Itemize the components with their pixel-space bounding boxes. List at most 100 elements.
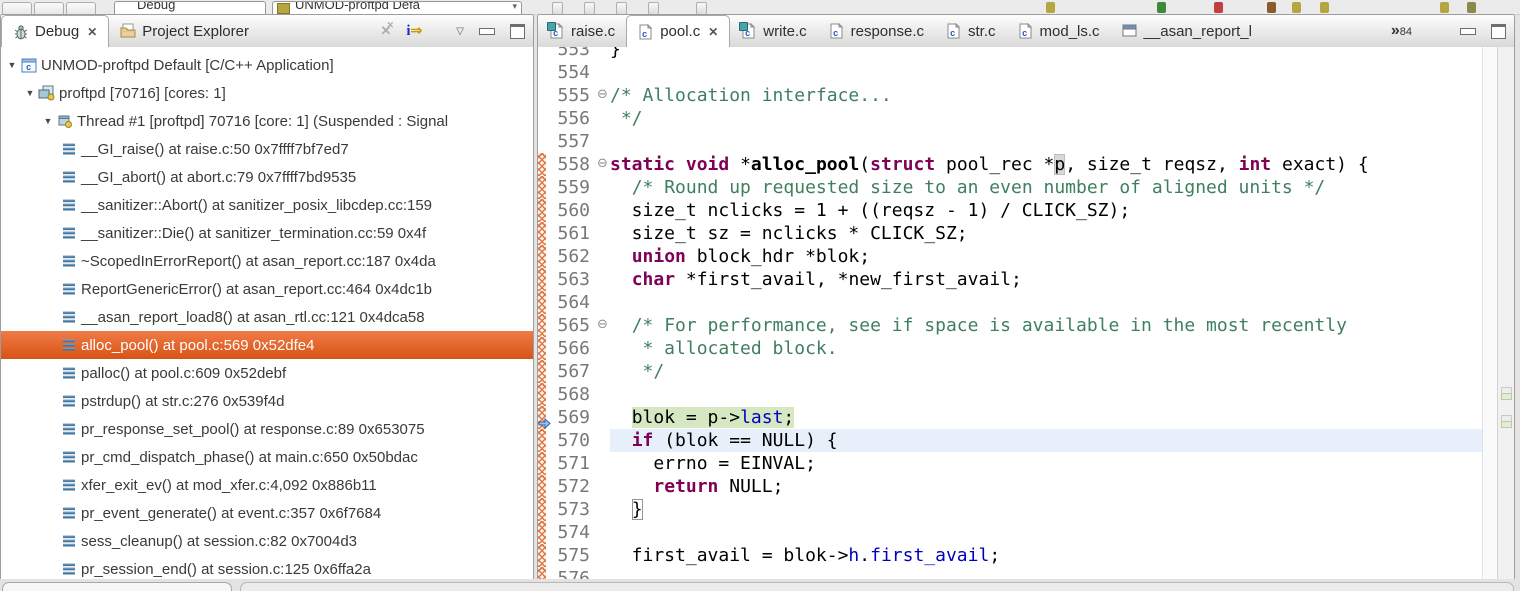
- code-line[interactable]: 558 ⊖ static void *alloc_pool(struct pool_…: [538, 153, 1483, 176]
- overview-marker[interactable]: [1501, 421, 1512, 428]
- code-line[interactable]: 553}: [538, 47, 1483, 61]
- fold-marker-icon[interactable]: ⊖: [595, 84, 610, 107]
- code-line[interactable]: 555 ⊖/* Allocation interface...: [538, 84, 1483, 107]
- toolbar-icon[interactable]: [1292, 2, 1301, 13]
- line-number[interactable]: 555: [546, 84, 595, 107]
- code-line[interactable]: 556 */: [538, 107, 1483, 130]
- code-line[interactable]: 563 char *first_avail, *new_first_avail;: [538, 268, 1483, 291]
- code-text[interactable]: [610, 521, 1483, 544]
- code-text[interactable]: }: [610, 498, 1483, 521]
- toolbar-icon[interactable]: [1214, 2, 1223, 13]
- editor-tab-str-c[interactable]: c str.c: [935, 15, 1007, 47]
- stack-frame-row[interactable]: pr_response_set_pool() at response.c:89 …: [1, 415, 533, 443]
- toolbar-icon[interactable]: [1046, 2, 1055, 13]
- code-text[interactable]: /* For performance, see if space is avai…: [610, 314, 1483, 337]
- stack-frame-row[interactable]: pr_event_generate() at event.c:357 0x6f7…: [1, 499, 533, 527]
- line-number[interactable]: 574: [546, 521, 595, 544]
- line-number[interactable]: 562: [546, 245, 595, 268]
- code-text[interactable]: [610, 61, 1483, 84]
- line-number[interactable]: 557: [546, 130, 595, 153]
- close-icon[interactable]: ✕: [706, 25, 718, 39]
- code-text[interactable]: [610, 130, 1483, 153]
- code-line[interactable]: 575 first_avail = blok->h.first_avail;: [538, 544, 1483, 567]
- stack-frame-row[interactable]: __sanitizer::Abort() at sanitizer_posix_…: [1, 191, 533, 219]
- stack-frame-row[interactable]: pr_session_end() at session.c:125 0x6ffa…: [1, 555, 533, 580]
- code-text[interactable]: /* Round up requested size to an even nu…: [610, 176, 1483, 199]
- line-number[interactable]: 556: [546, 107, 595, 130]
- tree-expander-icon[interactable]: ▼: [41, 116, 55, 126]
- code-text[interactable]: [610, 291, 1483, 314]
- code-line[interactable]: 570 if (blok == NULL) {: [538, 429, 1483, 452]
- code-line[interactable]: 564: [538, 291, 1483, 314]
- editor-tab-mod-ls-c[interactable]: c mod_ls.c: [1007, 15, 1111, 47]
- tab-overflow-button[interactable]: » 84: [1391, 22, 1412, 40]
- editor-tab-raise-c[interactable]: c raise.c: [538, 15, 626, 47]
- toolbar-icon[interactable]: [1320, 2, 1329, 13]
- code-scroll-area[interactable]: 553} 554 555 ⊖/* Allocation interface... 556…: [538, 47, 1483, 580]
- line-number[interactable]: 567: [546, 360, 595, 383]
- code-line[interactable]: 573 }: [538, 498, 1483, 521]
- line-number[interactable]: 561: [546, 222, 595, 245]
- stack-frame-row[interactable]: __asan_report_load8() at asan_rtl.cc:121…: [1, 303, 533, 331]
- bottom-view-tab[interactable]: [2, 582, 232, 591]
- stack-frame-row[interactable]: pr_cmd_dispatch_phase() at main.c:650 0x…: [1, 443, 533, 471]
- code-text[interactable]: static void *alloc_pool(struct pool_rec …: [610, 153, 1483, 176]
- code-line[interactable]: 569 blok = p->last;: [538, 406, 1483, 430]
- line-number[interactable]: 575: [546, 544, 595, 567]
- code-line[interactable]: 562 union block_hdr *blok;: [538, 245, 1483, 268]
- stack-frame-row[interactable]: alloc_pool() at pool.c:569 0x52dfe4: [1, 331, 533, 359]
- launch-config-row[interactable]: ▼ c UNMOD-proftpd Default [C/C++ Applicati…: [1, 51, 533, 79]
- close-icon[interactable]: ✕: [85, 25, 97, 39]
- code-line[interactable]: 565 ⊖ /* For performance, see if space is…: [538, 314, 1483, 337]
- import-info-icon[interactable]: i⇒: [406, 22, 422, 40]
- editor-tab-response-c[interactable]: c response.c: [818, 15, 935, 47]
- toolbar-icon[interactable]: [1440, 2, 1449, 13]
- line-number[interactable]: 564: [546, 291, 595, 314]
- code-text[interactable]: size_t nclicks = 1 + ((reqsz - 1) / CLIC…: [610, 199, 1483, 222]
- stack-frame-row[interactable]: ReportGenericError() at asan_report.cc:4…: [1, 275, 533, 303]
- minimize-icon[interactable]: [479, 27, 495, 35]
- line-number[interactable]: 553: [546, 47, 595, 61]
- editor-tab-pool-c[interactable]: c pool.c ✕: [626, 15, 731, 48]
- code-line[interactable]: 566 * allocated block.: [538, 337, 1483, 360]
- stack-frame-row[interactable]: palloc() at pool.c:609 0x52debf: [1, 359, 533, 387]
- code-text[interactable]: first_avail = blok->h.first_avail;: [610, 544, 1483, 567]
- toolbar-icon[interactable]: [1157, 2, 1166, 13]
- code-line[interactable]: 574: [538, 521, 1483, 544]
- code-text[interactable]: */: [610, 360, 1483, 383]
- overview-marker[interactable]: [1501, 393, 1512, 400]
- code-text[interactable]: */: [610, 107, 1483, 130]
- remove-all-terminated-icon[interactable]: ✕ ✕: [380, 20, 394, 39]
- view-tab-debug[interactable]: Debug ✕: [1, 15, 110, 48]
- view-menu-icon[interactable]: ▽: [456, 26, 464, 37]
- line-number[interactable]: 569: [546, 406, 595, 429]
- maximize-icon[interactable]: [510, 23, 525, 39]
- fold-marker-icon[interactable]: ⊖: [595, 153, 610, 176]
- toolbar-icon[interactable]: [1267, 2, 1276, 13]
- view-tab-project-explorer[interactable]: Project Explorer: [109, 15, 260, 47]
- tree-expander-icon[interactable]: ▼: [5, 60, 19, 70]
- code-line[interactable]: 572 return NULL;: [538, 475, 1483, 498]
- process-row[interactable]: ▼ proftpd [70716] [cores: 1]: [1, 79, 533, 107]
- line-number[interactable]: 572: [546, 475, 595, 498]
- code-text[interactable]: if (blok == NULL) {: [610, 429, 1483, 452]
- code-text[interactable]: union block_hdr *blok;: [610, 245, 1483, 268]
- minimize-icon[interactable]: [1460, 27, 1476, 35]
- stack-frame-row[interactable]: __GI_abort() at abort.c:79 0x7ffff7bd953…: [1, 163, 533, 191]
- line-number[interactable]: 570: [546, 429, 595, 452]
- thread-row[interactable]: ▼ Thread #1 [proftpd] 70716 [core: 1] (Su…: [1, 107, 533, 135]
- line-number[interactable]: 565: [546, 314, 595, 337]
- maximize-icon[interactable]: [1491, 23, 1506, 39]
- code-text[interactable]: }: [610, 47, 1483, 61]
- code-text[interactable]: size_t sz = nclicks * CLICK_SZ;: [610, 222, 1483, 245]
- line-number[interactable]: 573: [546, 498, 595, 521]
- code-line[interactable]: 561 size_t sz = nclicks * CLICK_SZ;: [538, 222, 1483, 245]
- stack-frame-row[interactable]: xfer_exit_ev() at mod_xfer.c:4,092 0x886…: [1, 471, 533, 499]
- stack-frame-row[interactable]: pstrdup() at str.c:276 0x539f4d: [1, 387, 533, 415]
- tree-expander-icon[interactable]: ▼: [23, 88, 37, 98]
- line-number[interactable]: 559: [546, 176, 595, 199]
- line-number[interactable]: 571: [546, 452, 595, 475]
- stack-frame-row[interactable]: __GI_raise() at raise.c:50 0x7ffff7bf7ed…: [1, 135, 533, 163]
- editor-tab--asan-report-l[interactable]: __asan_report_l: [1111, 15, 1263, 47]
- code-text[interactable]: blok = p->last;: [610, 406, 1483, 429]
